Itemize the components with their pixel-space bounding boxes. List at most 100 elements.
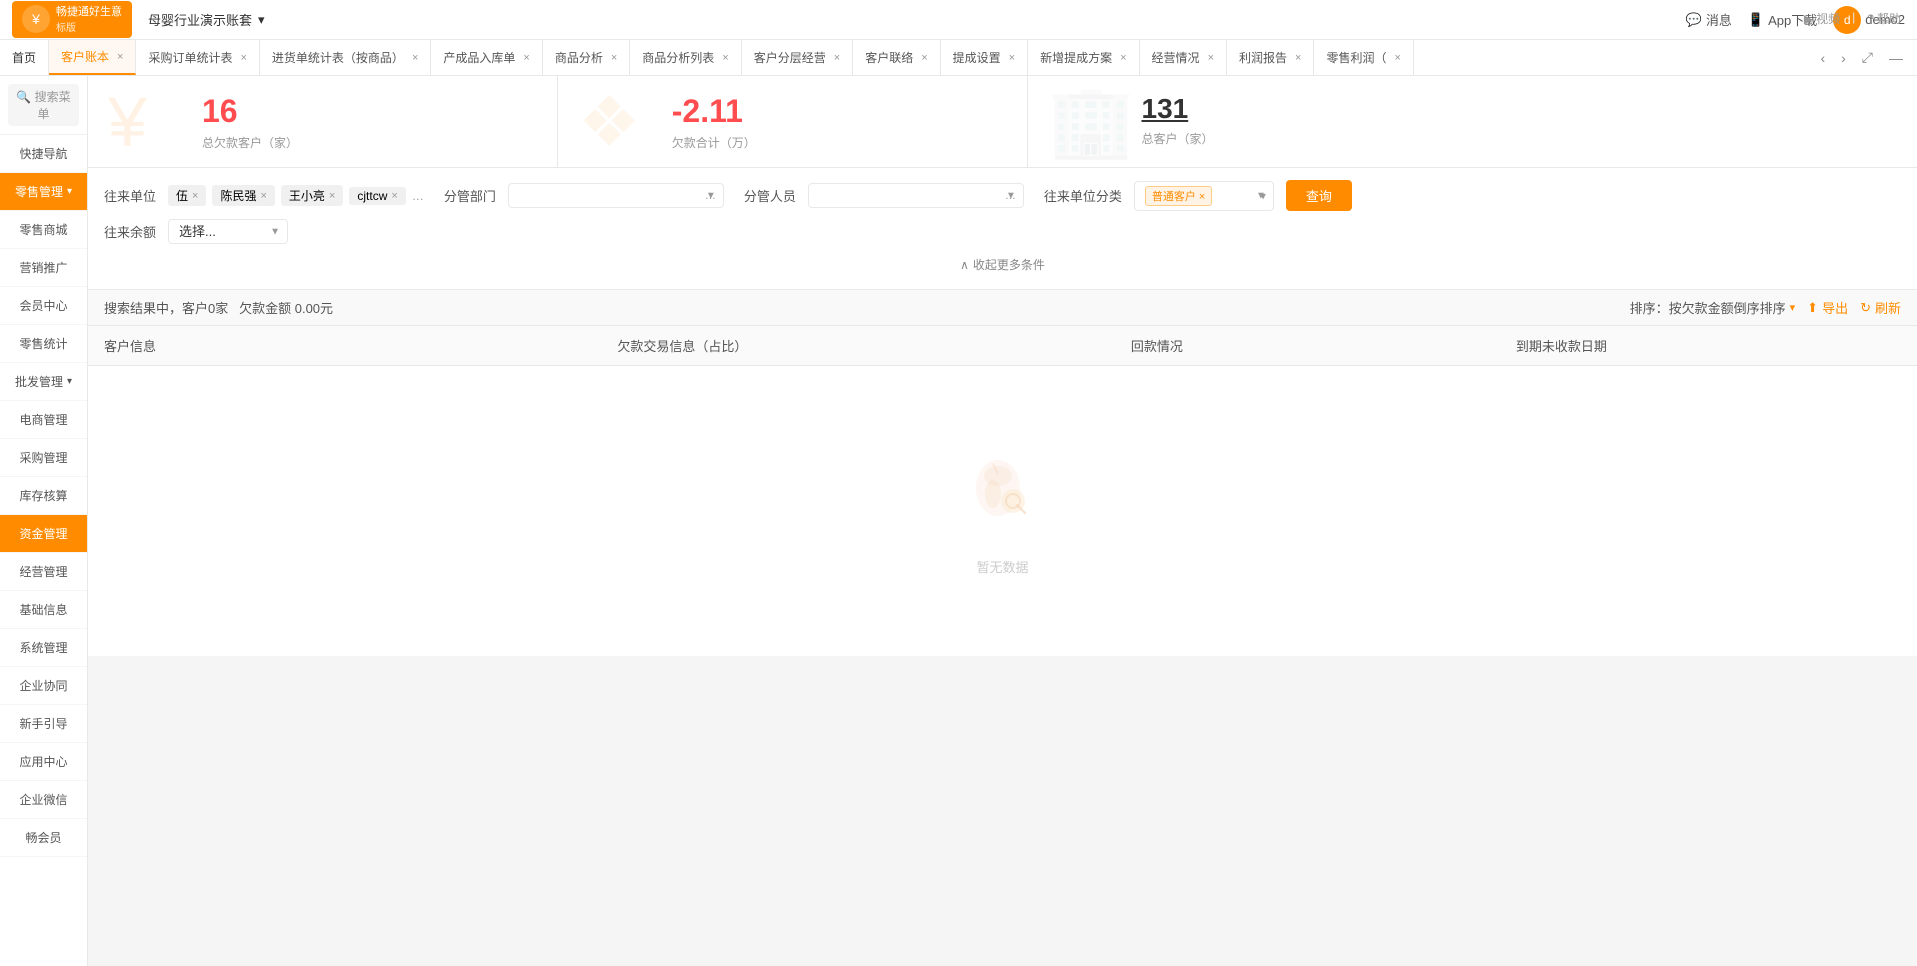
sidebar-item-marketing[interactable]: 营销推广	[0, 249, 87, 287]
tab-business-status[interactable]: 经营情况 ×	[1140, 40, 1227, 75]
export-button[interactable]: ⬆ 导出	[1807, 298, 1848, 317]
message-icon: 💬	[1686, 12, 1702, 28]
person-input[interactable]	[808, 183, 1024, 208]
tab-close-profit[interactable]: ×	[1295, 52, 1301, 64]
sidebar-item-wholesale[interactable]: 批发管理 ▾	[0, 363, 87, 401]
tab-close-customer-book[interactable]: ×	[117, 51, 123, 63]
tag-close-cjttcw[interactable]: ×	[391, 190, 397, 202]
tag-close-wang[interactable]: ×	[329, 190, 335, 202]
unit-tag-wang: 王小亮 ×	[281, 185, 343, 206]
tab-new-promotion[interactable]: 新增提成方案 ×	[1028, 40, 1139, 75]
tab-close-purchase[interactable]: ×	[240, 52, 246, 64]
total-customers-value: 131	[1142, 92, 1894, 126]
refresh-icon: ↻	[1860, 300, 1871, 316]
tag-close-chen[interactable]: ×	[260, 190, 266, 202]
balance-select-wrap: 选择...	[168, 219, 288, 244]
dept-more-icon: …	[705, 190, 716, 202]
unit-label: 往来单位	[104, 186, 156, 205]
tab-customer-level[interactable]: 客户分层经营 ×	[742, 40, 853, 75]
tab-promotion-settings[interactable]: 提成设置 ×	[941, 40, 1028, 75]
sidebar-item-purchase[interactable]: 采购管理	[0, 439, 87, 477]
empty-text: 暂无数据	[976, 557, 1028, 576]
unit-tags: 伍 × 陈民强 × 王小亮 × cjttcw × …	[168, 185, 424, 206]
collapse-button[interactable]: ∧ 收起更多条件	[104, 252, 1901, 277]
tag-close-wu[interactable]: ×	[192, 190, 198, 202]
sidebar-item-retail-stats[interactable]: 零售统计	[0, 325, 87, 363]
filter-more-tags[interactable]: …	[412, 189, 424, 203]
tab-scroll-right[interactable]: ›	[1835, 48, 1852, 68]
sort-label: 排序：按欠款金额倒序排序	[1630, 298, 1786, 317]
sidebar-item-enterprise-coop[interactable]: 企业协同	[0, 667, 87, 705]
col-debt-info: 欠款交易信息（占比）	[617, 336, 1130, 355]
tab-goods-list[interactable]: 商品分析列表 ×	[630, 40, 741, 75]
col-due-date: 到期未收款日期	[1516, 336, 1901, 355]
sidebar: 🔍 搜索菜单 快捷导航 零售管理 ▾ 零售商城 营销推广 会员中心 零售统计 批…	[0, 76, 88, 966]
tab-close-new-promo[interactable]: ×	[1120, 52, 1126, 64]
export-icon: ⬆	[1807, 300, 1818, 316]
retail-mgmt-arrow: ▾	[67, 186, 72, 197]
tab-retail-profit[interactable]: 零售利润（ ×	[1314, 40, 1413, 75]
balance-select[interactable]: 选择...	[168, 219, 288, 244]
sidebar-item-operation[interactable]: 经营管理	[0, 553, 87, 591]
stat-total-customers: 🏢 131 总客户（家）	[1028, 76, 1917, 167]
sort-control[interactable]: 排序：按欠款金额倒序排序 ▾	[1630, 298, 1796, 317]
collapse-icon: ∧	[960, 258, 969, 272]
tab-stock-stat[interactable]: 进货单统计表（按商品） ×	[260, 40, 431, 75]
sidebar-item-basic-info[interactable]: 基础信息	[0, 591, 87, 629]
tab-close-goods-list[interactable]: ×	[722, 52, 728, 64]
stat-debt-customers: ¥ 16 总欠款客户（家）	[88, 76, 558, 167]
tab-customer-book[interactable]: 客户账本 ×	[49, 40, 136, 75]
tab-customer-contact[interactable]: 客户联络 ×	[853, 40, 940, 75]
tab-profit-report[interactable]: 利润报告 ×	[1227, 40, 1314, 75]
sidebar-item-enterprise-wechat[interactable]: 企业微信	[0, 781, 87, 819]
sidebar-item-retail-mall[interactable]: 零售商城	[0, 211, 87, 249]
sidebar-item-ecommerce[interactable]: 电商管理	[0, 401, 87, 439]
col-repayment: 回款情况	[1131, 336, 1516, 355]
sidebar-item-system[interactable]: 系统管理	[0, 629, 87, 667]
org-selector[interactable]: 母婴行业演示账套 ▾	[148, 10, 265, 29]
dept-input[interactable]	[508, 183, 724, 208]
debt-customers-value: 16	[202, 92, 533, 130]
tab-close-cust-contact[interactable]: ×	[921, 52, 927, 64]
tab-close-product[interactable]: ×	[523, 52, 529, 64]
result-actions: 排序：按欠款金额倒序排序 ▾ ⬆ 导出 ↻ 刷新	[1630, 298, 1901, 317]
sidebar-item-inventory[interactable]: 库存核算	[0, 477, 87, 515]
col-customer-info: 客户信息	[104, 336, 617, 355]
sidebar-item-new-guide[interactable]: 新手引导	[0, 705, 87, 743]
sidebar-item-member[interactable]: 会员中心	[0, 287, 87, 325]
result-info: 搜索结果中，客户0家 欠款金额 0.00元	[104, 298, 333, 317]
sidebar-search-box[interactable]: 🔍 搜索菜单	[8, 84, 79, 126]
unit-class-dropdown-icon: ▾	[1260, 189, 1266, 202]
tab-close-cust-level[interactable]: ×	[834, 52, 840, 64]
tab-product-instock[interactable]: 产成品入库单 ×	[431, 40, 542, 75]
tab-close-stock[interactable]: ×	[412, 52, 418, 64]
tab-controls: ‹ › ⤢ —	[1806, 47, 1917, 68]
content-area: ▶ 视频 | ? 帮助 ¥ 16 总欠款客户（家） ❖ -2.11	[88, 76, 1917, 966]
tab-purchase-order[interactable]: 采购订单统计表 ×	[136, 40, 259, 75]
sidebar-search-area[interactable]: 🔍 搜索菜单	[0, 76, 87, 135]
download-icon: 📱	[1748, 12, 1764, 28]
sidebar-item-fast-nav[interactable]: 快捷导航	[0, 135, 87, 173]
sidebar-item-retail-mgmt[interactable]: 零售管理 ▾	[0, 173, 87, 211]
empty-icon	[963, 446, 1043, 545]
tab-scroll-left[interactable]: ‹	[1814, 48, 1831, 68]
messages-btn[interactable]: 💬 消息	[1686, 10, 1732, 29]
tab-expand[interactable]: ⤢	[1856, 47, 1879, 68]
tab-minimize[interactable]: —	[1883, 48, 1909, 68]
refresh-button[interactable]: ↻ 刷新	[1860, 298, 1901, 317]
tab-close-biz[interactable]: ×	[1208, 52, 1214, 64]
tab-close-goods[interactable]: ×	[611, 52, 617, 64]
wholesale-arrow: ▾	[67, 376, 72, 387]
debt-amount-result: 0.00元	[291, 301, 333, 316]
sidebar-item-finance[interactable]: 资金管理	[0, 515, 87, 553]
sidebar-item-app-center[interactable]: 应用中心	[0, 743, 87, 781]
tab-close-promotion[interactable]: ×	[1009, 52, 1015, 64]
tab-goods-analysis[interactable]: 商品分析 ×	[543, 40, 630, 75]
tab-home[interactable]: 首页	[0, 40, 49, 75]
result-bar: 搜索结果中，客户0家 欠款金额 0.00元 排序：按欠款金额倒序排序 ▾ ⬆ 导…	[88, 290, 1917, 326]
stats-bar: ▶ 视频 | ? 帮助 ¥ 16 总欠款客户（家） ❖ -2.11	[88, 76, 1917, 168]
unit-tag-wu: 伍 ×	[168, 185, 206, 206]
sidebar-item-vip-member[interactable]: 畅会员	[0, 819, 87, 857]
tab-close-retail[interactable]: ×	[1394, 52, 1400, 64]
query-button[interactable]: 查询	[1286, 180, 1352, 211]
